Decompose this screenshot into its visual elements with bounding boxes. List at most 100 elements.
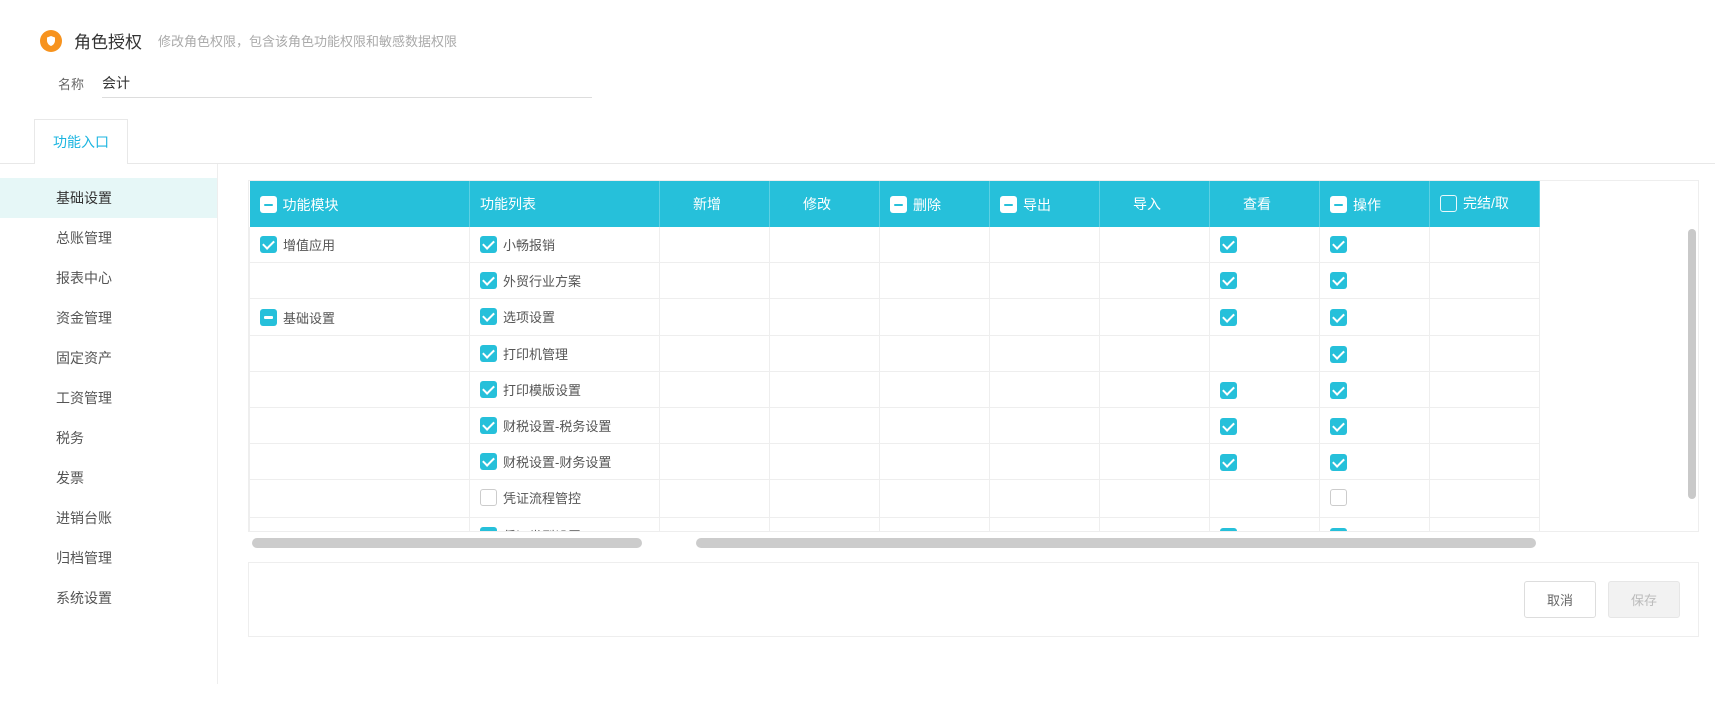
checkbox[interactable] bbox=[1220, 196, 1237, 213]
permission-table-wrap[interactable]: 功能模块功能列表新增修改删除导出导入查看操作完结/取 增值应用小畅报销外贸行业方… bbox=[248, 180, 1699, 532]
checkbox[interactable] bbox=[1330, 418, 1347, 435]
table-row: 打印机管理 bbox=[250, 336, 1540, 372]
cancel-button[interactable]: 取消 bbox=[1524, 581, 1596, 618]
checkbox[interactable] bbox=[1330, 489, 1347, 506]
checkbox[interactable] bbox=[1330, 382, 1347, 399]
cell-finish bbox=[1430, 298, 1540, 335]
checkbox[interactable] bbox=[480, 453, 497, 470]
checkbox[interactable] bbox=[260, 309, 277, 326]
checkbox[interactable] bbox=[1330, 272, 1347, 289]
cell-add bbox=[660, 336, 770, 372]
sidebar-item-6[interactable]: 税务 bbox=[0, 418, 217, 458]
cell-delete bbox=[880, 408, 990, 444]
checkbox[interactable] bbox=[1330, 528, 1347, 533]
checkbox[interactable] bbox=[1220, 528, 1237, 533]
sidebar-item-2[interactable]: 报表中心 bbox=[0, 258, 217, 298]
tabs: 功能入口 bbox=[0, 118, 1715, 164]
checkbox[interactable] bbox=[480, 308, 497, 325]
cell-export bbox=[990, 227, 1100, 263]
list-2: 选项设置 bbox=[480, 307, 555, 326]
cell-import bbox=[1100, 298, 1210, 335]
cell-export bbox=[990, 262, 1100, 298]
cell-add bbox=[660, 262, 770, 298]
col-export: 导出 bbox=[990, 181, 1100, 227]
checkbox[interactable] bbox=[1220, 236, 1237, 253]
cell-operate-0 bbox=[1330, 236, 1347, 253]
checkbox[interactable] bbox=[1330, 196, 1347, 213]
cell-operate-1 bbox=[1330, 272, 1347, 289]
cell-view bbox=[1210, 518, 1320, 533]
cell-module bbox=[250, 262, 470, 298]
checkbox-label: 导出 bbox=[1023, 195, 1051, 215]
table-row: 财税设置-财务设置 bbox=[250, 444, 1540, 480]
cell-finish bbox=[1430, 336, 1540, 372]
sidebar-item-0[interactable]: 基础设置 bbox=[0, 178, 217, 218]
cell-import bbox=[1100, 262, 1210, 298]
checkbox[interactable] bbox=[1220, 382, 1237, 399]
checkbox[interactable] bbox=[1110, 196, 1127, 213]
col-module: 功能模块 bbox=[250, 181, 470, 227]
cell-list: 选项设置 bbox=[470, 298, 660, 335]
tab-function-entry[interactable]: 功能入口 bbox=[34, 119, 128, 164]
sidebar-item-1[interactable]: 总账管理 bbox=[0, 218, 217, 258]
h-scrollbar-right[interactable] bbox=[696, 538, 1536, 548]
cell-operate bbox=[1320, 480, 1430, 518]
cell-export bbox=[990, 518, 1100, 533]
checkbox[interactable] bbox=[1220, 418, 1237, 435]
checkbox[interactable] bbox=[480, 345, 497, 362]
checkbox[interactable] bbox=[480, 489, 497, 506]
col-edit: 修改 bbox=[770, 181, 880, 227]
list-6: 财税设置-财务设置 bbox=[480, 452, 611, 471]
checkbox[interactable] bbox=[1330, 454, 1347, 471]
checkbox[interactable] bbox=[480, 417, 497, 434]
checkbox-label: 删除 bbox=[913, 195, 941, 215]
checkbox[interactable] bbox=[890, 196, 907, 213]
sidebar-item-5[interactable]: 工资管理 bbox=[0, 378, 217, 418]
checkbox-label: 查看 bbox=[1243, 194, 1271, 214]
col-finish: 完结/取 bbox=[1430, 181, 1540, 227]
cell-delete bbox=[880, 480, 990, 518]
checkbox[interactable] bbox=[1000, 196, 1017, 213]
save-button[interactable]: 保存 bbox=[1608, 581, 1680, 618]
cell-edit bbox=[770, 518, 880, 533]
footer-actions: 取消 保存 bbox=[248, 562, 1699, 637]
sidebar-item-3[interactable]: 资金管理 bbox=[0, 298, 217, 338]
name-input[interactable] bbox=[102, 75, 592, 91]
sidebar-item-10[interactable]: 系统设置 bbox=[0, 578, 217, 618]
cell-finish bbox=[1430, 262, 1540, 298]
cell-edit bbox=[770, 262, 880, 298]
checkbox[interactable] bbox=[1440, 195, 1457, 212]
cell-edit bbox=[770, 336, 880, 372]
sidebar-item-4[interactable]: 固定资产 bbox=[0, 338, 217, 378]
h-scrollbar-left[interactable] bbox=[252, 538, 642, 548]
cell-delete bbox=[880, 444, 990, 480]
checkbox[interactable] bbox=[1220, 454, 1237, 471]
col-delete: 删除 bbox=[880, 181, 990, 227]
cell-add bbox=[660, 298, 770, 335]
sidebar-item-9[interactable]: 归档管理 bbox=[0, 538, 217, 578]
checkbox[interactable] bbox=[1220, 272, 1237, 289]
checkbox[interactable] bbox=[1220, 309, 1237, 326]
cell-export bbox=[990, 480, 1100, 518]
cell-operate bbox=[1320, 408, 1430, 444]
checkbox[interactable] bbox=[670, 196, 687, 213]
cell-operate bbox=[1320, 372, 1430, 408]
cell-add bbox=[660, 444, 770, 480]
checkbox[interactable] bbox=[260, 196, 277, 213]
checkbox[interactable] bbox=[260, 236, 277, 253]
checkbox[interactable] bbox=[780, 196, 797, 213]
cell-module: 基础设置 bbox=[250, 298, 470, 335]
col-list: 功能列表 bbox=[470, 181, 660, 227]
page-subtitle: 修改角色权限，包含该角色功能权限和敏感数据权限 bbox=[158, 31, 457, 50]
sidebar-item-8[interactable]: 进销台账 bbox=[0, 498, 217, 538]
checkbox[interactable] bbox=[480, 272, 497, 289]
checkbox[interactable] bbox=[480, 381, 497, 398]
checkbox[interactable] bbox=[1330, 236, 1347, 253]
checkbox[interactable] bbox=[480, 527, 497, 532]
checkbox[interactable] bbox=[480, 236, 497, 253]
checkbox[interactable] bbox=[1330, 309, 1347, 326]
checkbox[interactable] bbox=[1330, 346, 1347, 363]
vertical-scrollbar[interactable] bbox=[1688, 229, 1696, 499]
col-operate: 操作 bbox=[1320, 181, 1430, 227]
sidebar-item-7[interactable]: 发票 bbox=[0, 458, 217, 498]
